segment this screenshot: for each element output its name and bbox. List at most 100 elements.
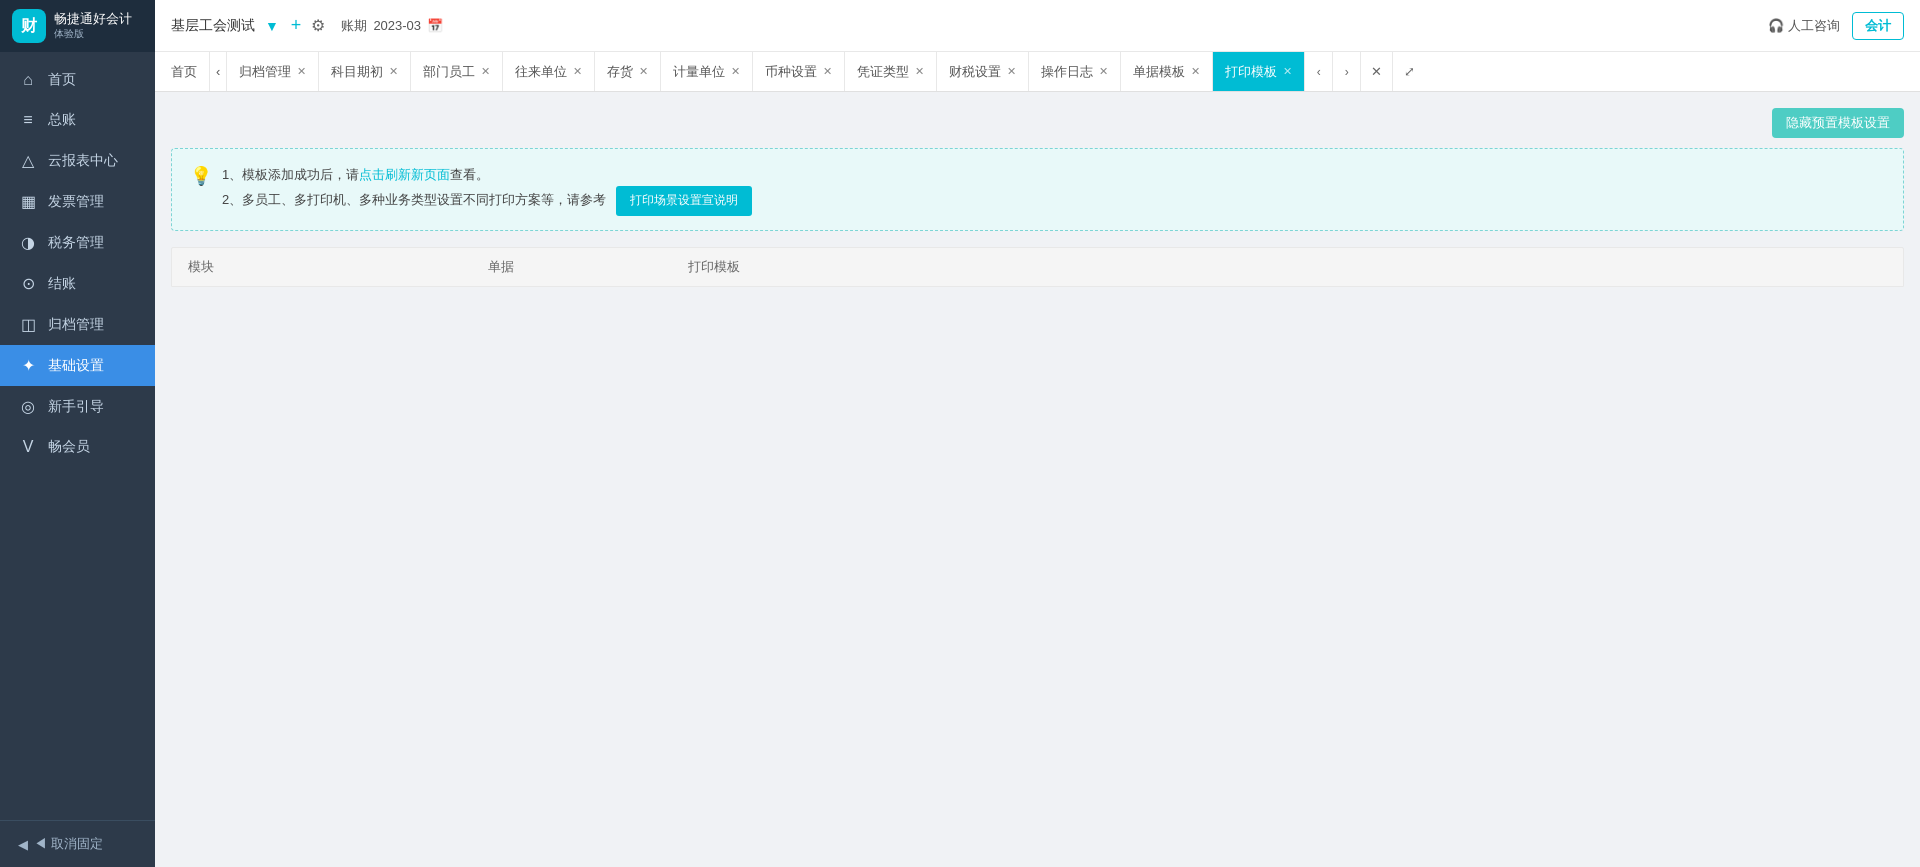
tab-prev-button[interactable]: ‹ [1305,52,1333,92]
add-company-button[interactable]: + [291,15,302,36]
tab-print-template[interactable]: 打印模板 ✕ [1213,52,1305,92]
notice-line2: 2、多员工、多打印机、多种业务类型设置不同打印方案等，请参考 打印场景设置宣说明 [222,186,752,216]
content-header: 隐藏预置模板设置 [171,108,1904,138]
company-settings-icon[interactable]: ⚙ [311,16,325,35]
settings-icon: ✦ [18,356,38,375]
tab-voucher-type[interactable]: 凭证类型 ✕ [845,52,937,92]
member-icon: V [18,438,38,456]
tab-voucher-type-label: 凭证类型 [857,63,909,81]
tab-partner-label: 往来单位 [515,63,567,81]
company-dropdown-icon[interactable]: ▼ [265,18,279,34]
sidebar-item-label: 结账 [48,275,76,293]
sidebar-item-invoice[interactable]: ▦ 发票管理 [0,181,155,222]
notice-line1-suffix: 查看。 [450,167,489,182]
sidebar-item-home[interactable]: ⌂ 首页 [0,60,155,100]
tab-inventory-label: 存货 [607,63,633,81]
tab-print-template-close[interactable]: ✕ [1283,65,1292,78]
notice-line1: 1、模板添加成功后，请点击刷新新页面查看。 [222,163,752,186]
tab-currency[interactable]: 币种设置 ✕ [753,52,845,92]
tab-print-template-label: 打印模板 [1225,63,1277,81]
sidebar-item-archive[interactable]: ◫ 归档管理 [0,304,155,345]
invoice-icon: ▦ [18,192,38,211]
sidebar-item-closing[interactable]: ⊙ 结账 [0,263,155,304]
tab-tax-settings-label: 财税设置 [949,63,1001,81]
sidebar-item-label: 基础设置 [48,357,104,375]
sidebar-item-label: 云报表中心 [48,152,118,170]
guide-icon: ◎ [18,397,38,416]
sidebar-item-guide[interactable]: ◎ 新手引导 [0,386,155,427]
tab-dept-staff[interactable]: 部门员工 ✕ [411,52,503,92]
tab-archive-mgmt[interactable]: 归档管理 ✕ [227,52,319,92]
service-label: 人工咨询 [1788,17,1840,35]
tabs-bar: 首页 ‹ 归档管理 ✕ 科目期初 ✕ 部门员工 ✕ 往来单位 ✕ 存货 ✕ 计量… [155,52,1920,92]
sidebar-item-label: 税务管理 [48,234,104,252]
tab-inventory[interactable]: 存货 ✕ [595,52,661,92]
tab-unit[interactable]: 计量单位 ✕ [661,52,753,92]
sidebar-item-label: 新手引导 [48,398,104,416]
calendar-icon[interactable]: 📅 [427,18,443,33]
tab-voucher-type-close[interactable]: ✕ [915,65,924,78]
content-area: 隐藏预置模板设置 💡 1、模板添加成功后，请点击刷新新页面查看。 2、多员工、多… [155,92,1920,867]
sidebar-item-ledger[interactable]: ≡ 总账 [0,100,155,140]
reports-icon: △ [18,151,38,170]
tab-subject-init[interactable]: 科目期初 ✕ [319,52,411,92]
sidebar-item-settings[interactable]: ✦ 基础设置 [0,345,155,386]
headset-icon: 🎧 [1768,18,1784,33]
sidebar-logo: 财 畅捷通好会计 体验版 [0,0,155,52]
tab-home[interactable]: 首页 [159,52,210,92]
company-selector[interactable]: 基层工会测试 ▼ [171,17,279,35]
sidebar-item-tax[interactable]: ◑ 税务管理 [0,222,155,263]
tax-icon: ◑ [18,233,38,252]
tab-dept-staff-label: 部门员工 [423,63,475,81]
tab-currency-label: 币种设置 [765,63,817,81]
tab-unit-label: 计量单位 [673,63,725,81]
sidebar-item-member[interactable]: V 畅会员 [0,427,155,467]
table-col-module: 模块 [172,248,472,286]
sidebar-nav: ⌂ 首页 ≡ 总账 △ 云报表中心 ▦ 发票管理 ◑ 税务管理 ⊙ 结账 ◫ 归… [0,52,155,820]
sidebar-item-label: 畅会员 [48,438,90,456]
data-table: 模块 单据 打印模板 [171,247,1904,287]
period-selector[interactable]: 账期 2023-03 📅 [341,17,443,35]
notice-content: 1、模板添加成功后，请点击刷新新页面查看。 2、多员工、多打印机、多种业务类型设… [222,163,752,216]
tab-single-template[interactable]: 单据模板 ✕ [1121,52,1213,92]
sidebar-item-label: 总账 [48,111,76,129]
tab-partner[interactable]: 往来单位 ✕ [503,52,595,92]
tab-dept-staff-close[interactable]: ✕ [481,65,490,78]
tab-single-template-close[interactable]: ✕ [1191,65,1200,78]
closing-icon: ⊙ [18,274,38,293]
tab-single-template-label: 单据模板 [1133,63,1185,81]
tab-archive-mgmt-close[interactable]: ✕ [297,65,306,78]
tab-tax-settings-close[interactable]: ✕ [1007,65,1016,78]
print-scene-settings-button[interactable]: 打印场景设置宣说明 [616,186,752,216]
notice-bulb-icon: 💡 [190,165,212,187]
sidebar-item-label: 归档管理 [48,316,104,334]
service-button[interactable]: 🎧 人工咨询 [1768,17,1840,35]
home-icon: ⌂ [18,71,38,89]
tab-home-chevron[interactable]: ‹ [210,52,227,92]
table-col-document: 单据 [472,248,672,286]
notice-refresh-link[interactable]: 点击刷新新页面 [359,167,450,182]
tab-operation-log-close[interactable]: ✕ [1099,65,1108,78]
tab-currency-close[interactable]: ✕ [823,65,832,78]
tab-partner-close[interactable]: ✕ [573,65,582,78]
tab-inventory-close[interactable]: ✕ [639,65,648,78]
tab-operation-log[interactable]: 操作日志 ✕ [1029,52,1121,92]
sidebar-item-label: 首页 [48,71,76,89]
tab-close-all-button[interactable]: ✕ [1361,52,1393,92]
logo-text: 畅捷通好会计 [54,11,132,28]
sidebar-unpin-button[interactable]: ◀ ◀ 取消固定 [0,820,155,867]
tab-next-button[interactable]: › [1333,52,1361,92]
period-value: 2023-03 [373,18,421,33]
tab-operation-log-label: 操作日志 [1041,63,1093,81]
tab-unit-close[interactable]: ✕ [731,65,740,78]
notice-line1-prefix: 1、模板添加成功后，请 [222,167,359,182]
tab-tax-settings[interactable]: 财税设置 ✕ [937,52,1029,92]
tab-expand-button[interactable]: ⤢ [1393,52,1425,92]
kuaiji-button[interactable]: 会计 [1852,12,1904,40]
hide-template-button[interactable]: 隐藏预置模板设置 [1772,108,1904,138]
topbar-right: 🎧 人工咨询 会计 [1768,12,1904,40]
tab-subject-init-label: 科目期初 [331,63,383,81]
sidebar-item-reports[interactable]: △ 云报表中心 [0,140,155,181]
archive-icon: ◫ [18,315,38,334]
tab-subject-init-close[interactable]: ✕ [389,65,398,78]
